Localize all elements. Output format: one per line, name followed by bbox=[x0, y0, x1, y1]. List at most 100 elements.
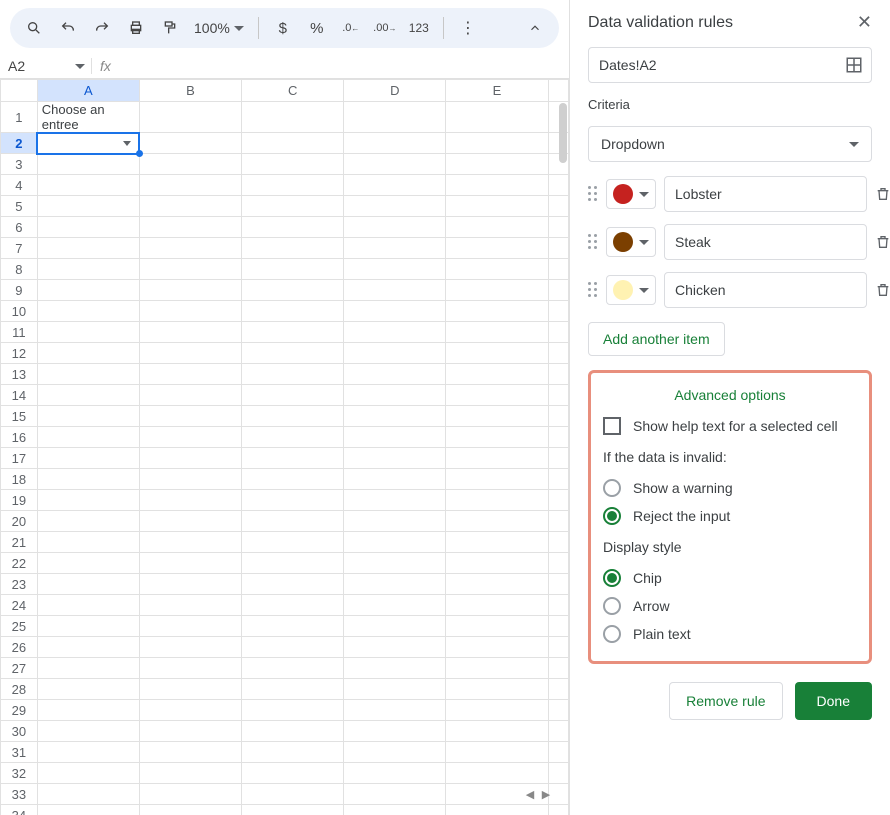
row-header-9[interactable]: 9 bbox=[1, 280, 38, 301]
cell-E6[interactable] bbox=[446, 217, 548, 238]
row-header-6[interactable]: 6 bbox=[1, 217, 38, 238]
cell-C30[interactable] bbox=[242, 721, 344, 742]
cell-C32[interactable] bbox=[242, 763, 344, 784]
cell-B6[interactable] bbox=[139, 217, 241, 238]
cell-C7[interactable] bbox=[242, 238, 344, 259]
cell-E5[interactable] bbox=[446, 196, 548, 217]
cell-A9[interactable] bbox=[37, 280, 139, 301]
cell-E10[interactable] bbox=[446, 301, 548, 322]
select-range-icon[interactable] bbox=[844, 55, 864, 75]
cell-D9[interactable] bbox=[344, 280, 446, 301]
row-header-7[interactable]: 7 bbox=[1, 238, 38, 259]
cell-A16[interactable] bbox=[37, 427, 139, 448]
cell-A8[interactable] bbox=[37, 259, 139, 280]
cell-C2[interactable] bbox=[242, 133, 344, 154]
row-header-19[interactable]: 19 bbox=[1, 490, 38, 511]
cell-B11[interactable] bbox=[139, 322, 241, 343]
cell-A19[interactable] bbox=[37, 490, 139, 511]
cell-A10[interactable] bbox=[37, 301, 139, 322]
cell-E4[interactable] bbox=[446, 175, 548, 196]
cell-C17[interactable] bbox=[242, 448, 344, 469]
select-all-corner[interactable] bbox=[1, 80, 38, 102]
cell-C22[interactable] bbox=[242, 553, 344, 574]
delete-item-icon[interactable] bbox=[875, 234, 890, 250]
item-color-select[interactable] bbox=[606, 275, 656, 305]
cell-D22[interactable] bbox=[344, 553, 446, 574]
remove-rule-button[interactable]: Remove rule bbox=[669, 682, 782, 720]
range-field[interactable] bbox=[588, 47, 872, 83]
cell-A34[interactable] bbox=[37, 805, 139, 815]
cell-A14[interactable] bbox=[37, 385, 139, 406]
row-header-17[interactable]: 17 bbox=[1, 448, 38, 469]
cell-C31[interactable] bbox=[242, 742, 344, 763]
cell-B22[interactable] bbox=[139, 553, 241, 574]
decrease-decimal-icon[interactable]: .0← bbox=[337, 14, 365, 42]
cell-C23[interactable] bbox=[242, 574, 344, 595]
drag-handle-icon[interactable] bbox=[588, 234, 598, 250]
cell-D20[interactable] bbox=[344, 511, 446, 532]
display-option[interactable]: Chip bbox=[603, 569, 857, 587]
row-header-5[interactable]: 5 bbox=[1, 196, 38, 217]
cell-D30[interactable] bbox=[344, 721, 446, 742]
paint-format-icon[interactable] bbox=[156, 14, 184, 42]
criteria-select[interactable]: Dropdown bbox=[588, 126, 872, 162]
cell-A27[interactable] bbox=[37, 658, 139, 679]
cell-A21[interactable] bbox=[37, 532, 139, 553]
row-header-10[interactable]: 10 bbox=[1, 301, 38, 322]
cell-E11[interactable] bbox=[446, 322, 548, 343]
row-header-34[interactable]: 34 bbox=[1, 805, 38, 815]
item-label-input[interactable] bbox=[664, 176, 867, 212]
cell-D23[interactable] bbox=[344, 574, 446, 595]
cell-E13[interactable] bbox=[446, 364, 548, 385]
cell-C21[interactable] bbox=[242, 532, 344, 553]
cell-A7[interactable] bbox=[37, 238, 139, 259]
cell-B31[interactable] bbox=[139, 742, 241, 763]
cell-E30[interactable] bbox=[446, 721, 548, 742]
cell-A30[interactable] bbox=[37, 721, 139, 742]
cell-D24[interactable] bbox=[344, 595, 446, 616]
help-text-row[interactable]: Show help text for a selected cell bbox=[603, 417, 857, 435]
delete-item-icon[interactable] bbox=[875, 186, 890, 202]
cell-C13[interactable] bbox=[242, 364, 344, 385]
cell-C3[interactable] bbox=[242, 154, 344, 175]
cell-C16[interactable] bbox=[242, 427, 344, 448]
cell-A11[interactable] bbox=[37, 322, 139, 343]
cell-D2[interactable] bbox=[344, 133, 446, 154]
cell-D17[interactable] bbox=[344, 448, 446, 469]
cell-D15[interactable] bbox=[344, 406, 446, 427]
row-header-22[interactable]: 22 bbox=[1, 553, 38, 574]
range-input[interactable] bbox=[588, 47, 872, 83]
row-header-20[interactable]: 20 bbox=[1, 511, 38, 532]
cell-E34[interactable] bbox=[446, 805, 548, 815]
cell-E31[interactable] bbox=[446, 742, 548, 763]
cell-E28[interactable] bbox=[446, 679, 548, 700]
row-header-26[interactable]: 26 bbox=[1, 637, 38, 658]
name-box[interactable]: A2 bbox=[8, 58, 92, 74]
cell-E27[interactable] bbox=[446, 658, 548, 679]
invalid-option[interactable]: Show a warning bbox=[603, 479, 857, 497]
cell-A2[interactable] bbox=[37, 133, 139, 154]
cell-B5[interactable] bbox=[139, 196, 241, 217]
cell-A31[interactable] bbox=[37, 742, 139, 763]
cell-D18[interactable] bbox=[344, 469, 446, 490]
cell-E24[interactable] bbox=[446, 595, 548, 616]
cell-C20[interactable] bbox=[242, 511, 344, 532]
cell-E19[interactable] bbox=[446, 490, 548, 511]
currency-icon[interactable]: $ bbox=[269, 14, 297, 42]
cell-B20[interactable] bbox=[139, 511, 241, 532]
cell-B17[interactable] bbox=[139, 448, 241, 469]
row-header-28[interactable]: 28 bbox=[1, 679, 38, 700]
cell-A3[interactable] bbox=[37, 154, 139, 175]
cell-E17[interactable] bbox=[446, 448, 548, 469]
cell-E1[interactable] bbox=[446, 102, 548, 133]
row-header-8[interactable]: 8 bbox=[1, 259, 38, 280]
cell-A29[interactable] bbox=[37, 700, 139, 721]
column-header-A[interactable]: A bbox=[37, 80, 139, 102]
cell-C27[interactable] bbox=[242, 658, 344, 679]
radio-button[interactable] bbox=[603, 625, 621, 643]
row-header-2[interactable]: 2 bbox=[1, 133, 38, 154]
drag-handle-icon[interactable] bbox=[588, 186, 598, 202]
cell-D28[interactable] bbox=[344, 679, 446, 700]
cell-C29[interactable] bbox=[242, 700, 344, 721]
cell-B28[interactable] bbox=[139, 679, 241, 700]
